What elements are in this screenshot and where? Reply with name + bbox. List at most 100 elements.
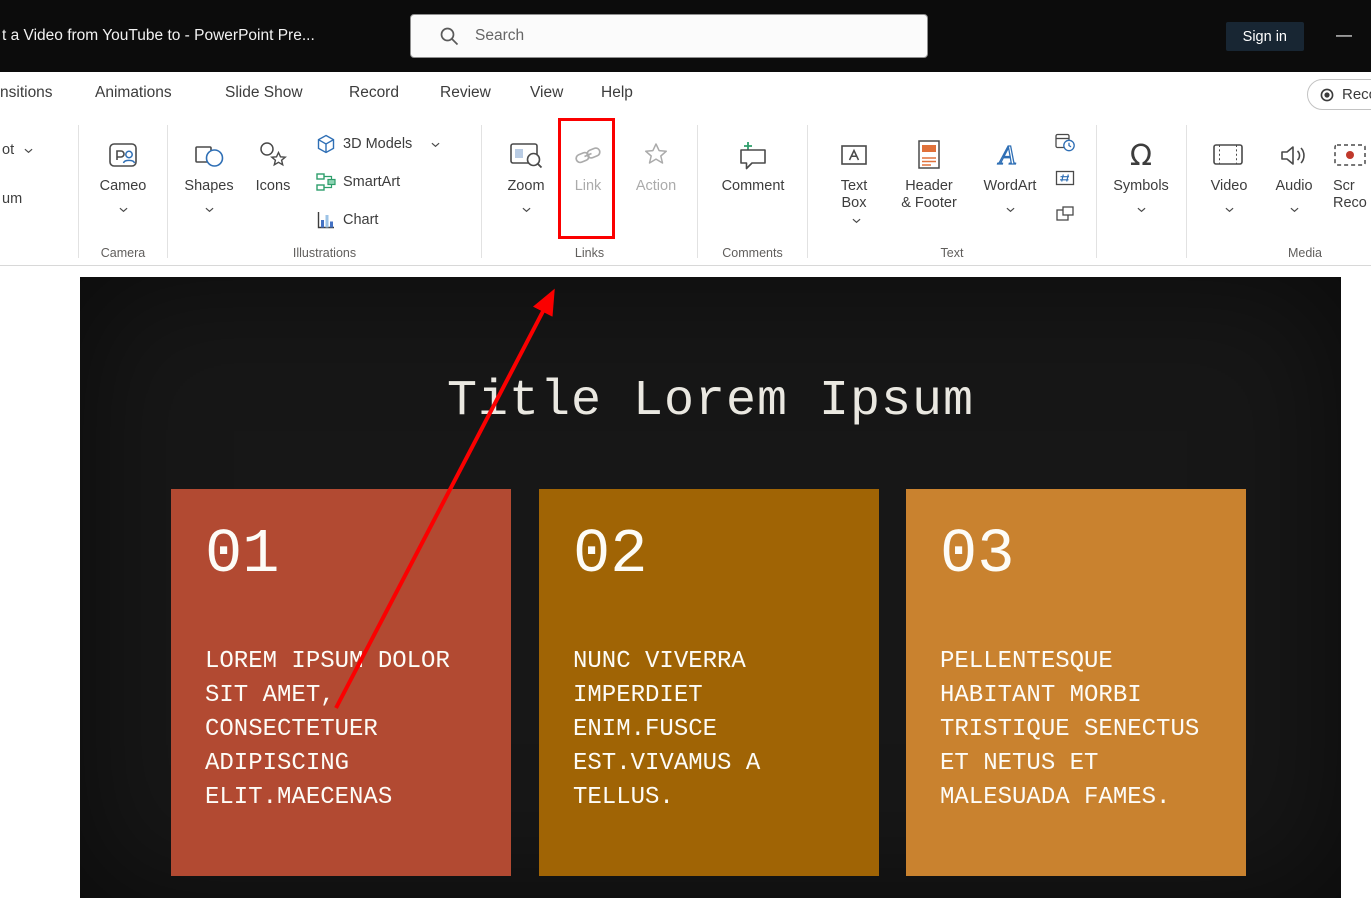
tab-animations[interactable]: Animations <box>95 84 172 102</box>
text-small-buttons <box>1054 116 1076 225</box>
slide-card-1[interactable]: 01 LOREM IPSUM DOLOR SIT AMET, CONSECTET… <box>171 489 511 876</box>
ribbon-group-illustrations: Shapes Icons 3D Models SmartArt Chart Il… <box>168 116 481 265</box>
chevron-down-icon <box>1290 200 1299 213</box>
audio-button[interactable]: Audio <box>1267 116 1321 244</box>
zoom-label: Zoom <box>507 178 545 194</box>
ribbon-tab-row: nsitions Animations Slide Show Record Re… <box>0 72 1371 116</box>
comment-button[interactable]: Comment <box>712 116 794 244</box>
screen-recording-label: Scr Reco <box>1333 178 1367 212</box>
record-dot-icon <box>1320 88 1334 102</box>
chevron-down-icon <box>1225 200 1234 213</box>
action-button[interactable]: Action <box>628 116 684 244</box>
ribbon-item-partial-2-label: um <box>2 191 23 207</box>
video-label: Video <box>1210 178 1248 194</box>
slide-title[interactable]: Title Lorem Ipsum <box>80 373 1341 430</box>
ribbon-group-text: Text Box Header & Footer A WordArt Text <box>808 116 1096 265</box>
record-button-label: Reco <box>1342 86 1371 103</box>
slide-canvas[interactable]: Title Lorem Ipsum 01 LOREM IPSUM DOLOR S… <box>80 277 1341 898</box>
header-footer-label: Header & Footer <box>901 178 957 212</box>
slide-number-icon <box>1055 168 1075 188</box>
ribbon-group-comments: Comment Comments <box>698 116 807 265</box>
search-input[interactable] <box>475 27 855 45</box>
search-box[interactable] <box>410 14 928 58</box>
ribbon-group-media: Video Audio Scr Reco Media <box>1187 116 1371 265</box>
smartart-button[interactable]: SmartArt <box>316 167 440 196</box>
wordart-icon: A <box>992 136 1028 174</box>
tab-record[interactable]: Record <box>349 84 399 102</box>
wordart-button[interactable]: A WordArt <box>978 116 1042 244</box>
tab-slide-show[interactable]: Slide Show <box>225 84 303 102</box>
action-icon <box>639 136 673 174</box>
screen-recording-button[interactable]: Scr Reco <box>1333 116 1371 244</box>
chevron-down-icon <box>522 200 531 213</box>
cameo-button[interactable]: Cameo <box>95 116 151 244</box>
audio-icon <box>1278 136 1310 174</box>
ribbon-item-partial-1[interactable]: ot <box>2 142 33 158</box>
audio-label: Audio <box>1275 178 1313 194</box>
zoom-button[interactable]: Zoom <box>498 116 554 244</box>
slide-card-2[interactable]: 02 NUNC VIVERRA IMPERDIET ENIM.FUSCE EST… <box>539 489 879 876</box>
slide-card-3[interactable]: 03 PELLENTESQUE HABITANT MORBI TRISTIQUE… <box>906 489 1246 876</box>
ribbon: ot um Cameo Camera Shapes Icons 3D Model… <box>0 116 1371 266</box>
wordart-label: WordArt <box>983 178 1037 194</box>
text-box-button[interactable]: Text Box <box>826 116 882 244</box>
group-label-links: Links <box>574 246 605 260</box>
link-icon <box>571 136 605 174</box>
ribbon-group-partial: ot um <box>0 116 78 265</box>
3d-models-button[interactable]: 3D Models <box>316 129 440 158</box>
shapes-button[interactable]: Shapes <box>180 116 238 244</box>
group-label-comments: Comments <box>722 246 783 260</box>
icons-label: Icons <box>255 178 291 194</box>
text-box-label-line2-text: Box <box>841 195 867 211</box>
slide-number-button[interactable] <box>1054 167 1076 189</box>
group-label-illustrations: Illustrations <box>292 246 357 260</box>
symbols-button[interactable]: Ω Symbols <box>1110 116 1172 244</box>
3d-models-label: 3D Models <box>343 135 413 152</box>
chevron-down-icon <box>1006 200 1015 213</box>
tab-review[interactable]: Review <box>440 84 491 102</box>
chevron-down-icon <box>1137 200 1146 213</box>
text-box-icon <box>839 136 869 174</box>
header-footer-button[interactable]: Header & Footer <box>890 116 968 244</box>
tab-view[interactable]: View <box>530 84 563 102</box>
text-box-label: Text Box <box>840 178 868 229</box>
header-footer-label-line2: & Footer <box>901 195 957 211</box>
link-button[interactable]: Link <box>561 116 615 244</box>
group-label-camera: Camera <box>100 246 146 260</box>
header-footer-label-line1: Header <box>905 178 953 194</box>
tab-transitions-partial[interactable]: nsitions <box>0 84 53 102</box>
ribbon-group-camera: Cameo Camera <box>79 116 167 265</box>
ribbon-item-partial-2[interactable]: um <box>2 191 22 207</box>
new-comment-icon <box>736 136 770 174</box>
sign-in-button[interactable]: Sign in <box>1225 22 1304 51</box>
chevron-down-icon <box>431 136 440 152</box>
date-time-button[interactable] <box>1054 131 1076 153</box>
group-label-media: Media <box>1287 246 1323 260</box>
record-button[interactable]: Reco <box>1307 79 1371 110</box>
video-icon <box>1212 136 1246 174</box>
omega-symbol-icon: Ω <box>1130 136 1152 174</box>
ribbon-group-links: Zoom Link Action Links <box>482 116 697 265</box>
video-button[interactable]: Video <box>1203 116 1255 244</box>
chart-button[interactable]: Chart <box>316 205 440 234</box>
action-label: Action <box>635 178 677 194</box>
text-box-label-line1: Text <box>840 178 868 194</box>
chevron-down-icon <box>24 142 33 158</box>
minimize-icon[interactable]: — <box>1329 21 1359 51</box>
chart-label: Chart <box>343 211 379 228</box>
icons-button[interactable]: Icons <box>246 116 300 244</box>
svg-text:A: A <box>997 140 1016 170</box>
window-title: t a Video from YouTube to - PowerPoint P… <box>2 27 315 44</box>
object-icon <box>1055 204 1075 224</box>
smartart-label: SmartArt <box>343 173 401 190</box>
card-text: PELLENTESQUE HABITANT MORBI TRISTIQUE SE… <box>940 648 1200 811</box>
object-button[interactable] <box>1054 203 1076 225</box>
shapes-label: Shapes <box>184 178 234 194</box>
group-label-text: Text <box>940 246 964 260</box>
omega-glyph: Ω <box>1129 138 1153 172</box>
card-text: LOREM IPSUM DOLOR SIT AMET, CONSECTETUER… <box>205 648 450 811</box>
tab-help[interactable]: Help <box>601 84 633 102</box>
screen-recording-label-line1: Scr <box>1333 178 1355 194</box>
card-number: 01 <box>205 519 280 590</box>
card-text: NUNC VIVERRA IMPERDIET ENIM.FUSCE EST.VI… <box>573 648 761 811</box>
